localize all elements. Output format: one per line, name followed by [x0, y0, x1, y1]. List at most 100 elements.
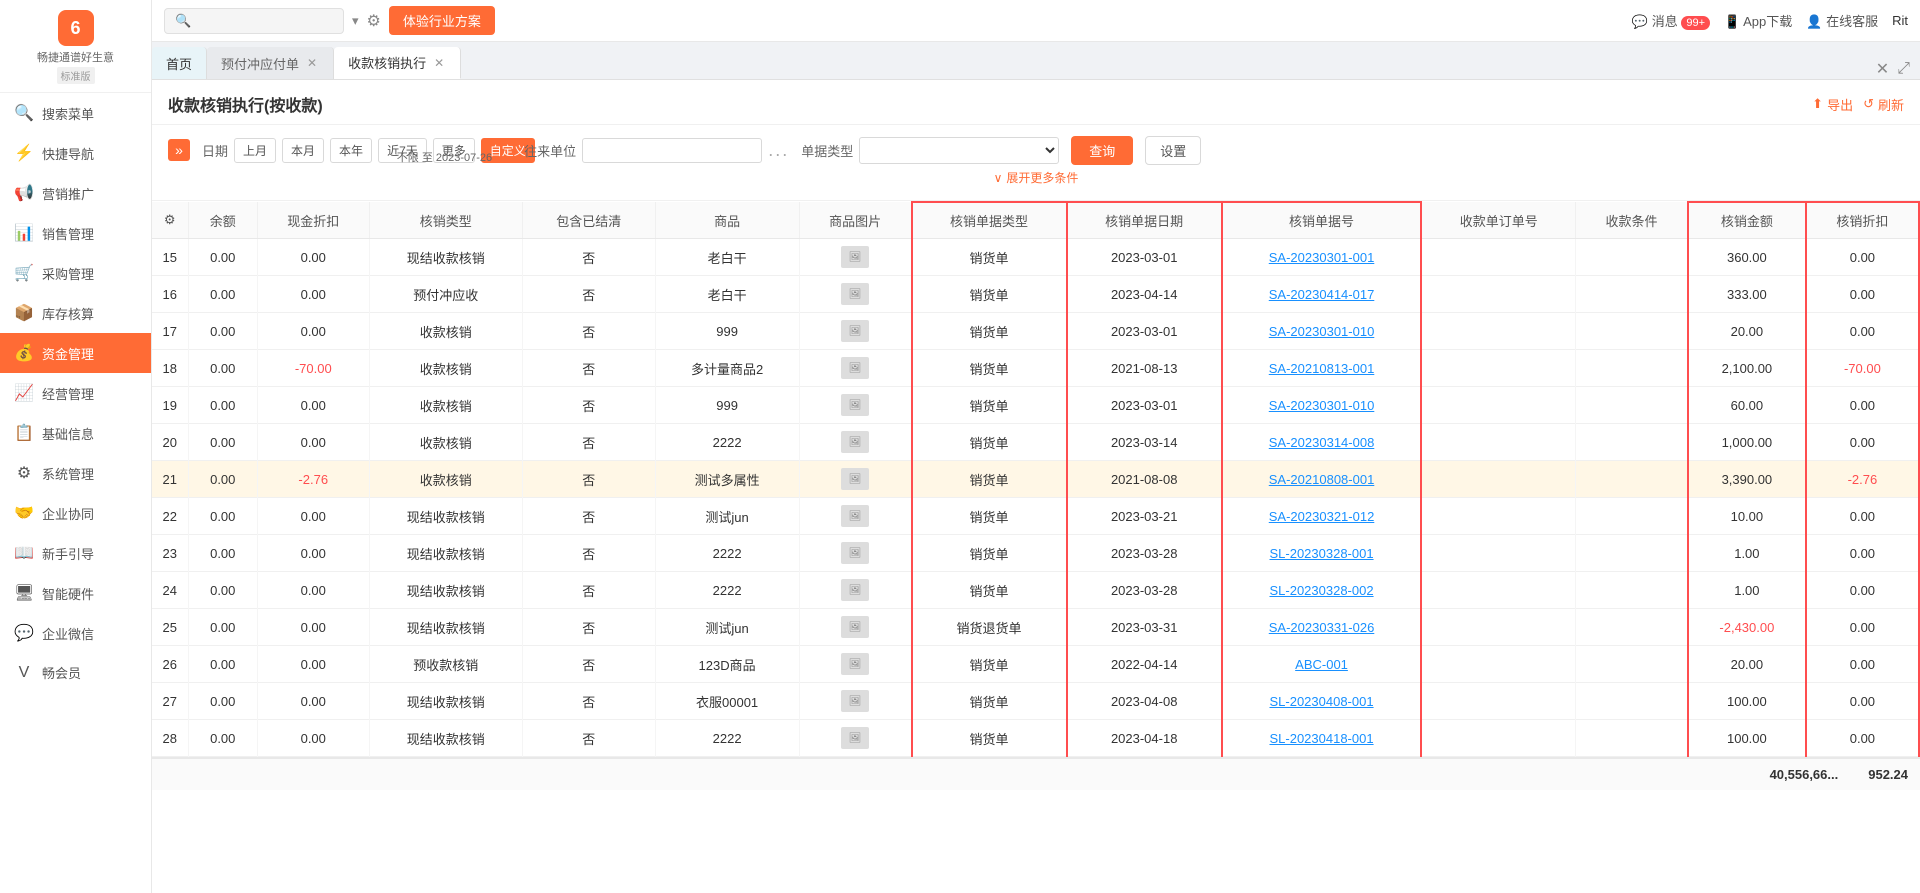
app-logo-tag: 标准版 — [57, 67, 95, 84]
sidebar-item-label-1: 快捷导航 — [42, 144, 94, 163]
message-icon[interactable]: 💬 消息 99+ — [1632, 11, 1710, 30]
row-discount-5: 0.00 — [1806, 424, 1919, 461]
sidebar-item-12[interactable]: 🖥智能硬件 — [0, 573, 151, 613]
app-download-link[interactable]: 📱 App下载 — [1724, 11, 1792, 30]
row-product-11: 123D商品 — [655, 646, 799, 683]
sidebar-item-icon-0: 🔍 — [14, 103, 34, 123]
row-doc-type-2: 销货单 — [912, 313, 1067, 350]
row-doc-no-7[interactable]: SA-20230321-012 — [1222, 498, 1422, 535]
filter-collapse-btn[interactable]: » — [168, 139, 190, 161]
row-num-8: 23 — [152, 535, 188, 572]
row-included-1: 否 — [523, 276, 656, 313]
date-btn-this-month[interactable]: 本月 — [282, 138, 324, 163]
single-type-select[interactable] — [859, 137, 1059, 164]
sidebar-item-7[interactable]: 📈经营管理 — [0, 373, 151, 413]
page-content: 收款核销执行(按收款) ⬆ 导出 ↺ 刷新 » 日期 上月 — [152, 80, 1920, 893]
row-doc-no-6[interactable]: SA-20210808-001 — [1222, 461, 1422, 498]
row-doc-no-4[interactable]: SA-20230301-010 — [1222, 387, 1422, 424]
main-area: 🔍 ▾ ⚙ 体验行业方案 💬 消息 99+ 📱 App下载 👤 在线客服 Rit… — [152, 0, 1920, 893]
row-doc-type-10: 销货退货单 — [912, 609, 1067, 646]
row-discount-6: -2.76 — [1806, 461, 1919, 498]
row-condition-0 — [1576, 239, 1688, 276]
row-doc-no-10[interactable]: SA-20230331-026 — [1222, 609, 1422, 646]
product-img-cell: 🖼 — [841, 283, 869, 305]
sidebar-item-4[interactable]: 🛒采购管理 — [0, 253, 151, 293]
row-doc-no-3[interactable]: SA-20210813-001 — [1222, 350, 1422, 387]
row-doc-type-1: 销货单 — [912, 276, 1067, 313]
col-included: 包含已结清 — [523, 202, 656, 239]
message-label: 消息 — [1652, 14, 1678, 29]
close-all-tabs-icon[interactable]: ✕ — [1876, 59, 1889, 79]
date-btn-this-year[interactable]: 本年 — [330, 138, 372, 163]
topbar-search-box: 🔍 — [164, 8, 344, 34]
sidebar-item-3[interactable]: 📊销售管理 — [0, 213, 151, 253]
industry-solution-button[interactable]: 体验行业方案 — [389, 6, 495, 35]
row-condition-12 — [1576, 683, 1688, 720]
row-doc-no-9[interactable]: SL-20230328-002 — [1222, 572, 1422, 609]
row-doc-no-1[interactable]: SA-20230414-017 — [1222, 276, 1422, 313]
sidebar-item-2[interactable]: 📢营销推广 — [0, 173, 151, 213]
row-amount-7: 10.00 — [1688, 498, 1806, 535]
row-amount-5: 1,000.00 — [1688, 424, 1806, 461]
row-order-no-7 — [1421, 498, 1575, 535]
sidebar-item-10[interactable]: 🤝企业协同 — [0, 493, 151, 533]
expand-tabs-icon[interactable]: ⤢ — [1897, 60, 1910, 78]
tab-1[interactable]: 预付冲应付单✕ — [207, 47, 334, 79]
search-placeholder-text: 🔍 — [175, 13, 191, 29]
table-row: 27 0.00 0.00 现结收款核销 否 衣服00001 🖼 销货单 2023… — [152, 683, 1919, 720]
online-service-link[interactable]: 👤 在线客服 — [1806, 11, 1878, 30]
col-gear[interactable]: ⚙ — [152, 202, 188, 239]
sidebar-item-label-14: 畅会员 — [42, 663, 81, 682]
row-amount-4: 60.00 — [1688, 387, 1806, 424]
row-doc-no-8[interactable]: SL-20230328-001 — [1222, 535, 1422, 572]
row-doc-no-2[interactable]: SA-20230301-010 — [1222, 313, 1422, 350]
sidebar-item-icon-12: 🖥 — [14, 583, 34, 603]
single-type-label: 单据类型 — [801, 141, 853, 160]
sidebar-item-14[interactable]: V畅会员 — [0, 653, 151, 692]
row-doc-date-8: 2023-03-28 — [1067, 535, 1222, 572]
row-condition-9 — [1576, 572, 1688, 609]
expand-more-button[interactable]: ∨ 展开更多条件 — [994, 169, 1079, 186]
filter-from-unit-section: 往来单位 ... — [524, 138, 789, 163]
row-doc-no-12[interactable]: SL-20230408-001 — [1222, 683, 1422, 720]
topbar-expand-icon[interactable]: ▾ — [352, 13, 359, 29]
col-type: 核销类型 — [369, 202, 523, 239]
tab-close-btn-2[interactable]: ✕ — [432, 55, 446, 71]
row-included-0: 否 — [523, 239, 656, 276]
row-doc-no-13[interactable]: SL-20230418-001 — [1222, 720, 1422, 757]
query-button[interactable]: 查询 — [1071, 136, 1133, 165]
sidebar-item-8[interactable]: 📋基础信息 — [0, 413, 151, 453]
sidebar-item-9[interactable]: ⚙系统管理 — [0, 453, 151, 493]
refresh-button[interactable]: ↺ 刷新 — [1863, 95, 1904, 114]
sidebar-item-1[interactable]: ⚡快捷导航 — [0, 133, 151, 173]
sidebar-item-label-9: 系统管理 — [42, 464, 94, 483]
row-doc-no-0[interactable]: SA-20230301-001 — [1222, 239, 1422, 276]
row-img-13: 🖼 — [799, 720, 911, 757]
date-btn-last-month[interactable]: 上月 — [234, 138, 276, 163]
row-included-10: 否 — [523, 609, 656, 646]
sidebar-item-11[interactable]: 📖新手引导 — [0, 533, 151, 573]
row-condition-3 — [1576, 350, 1688, 387]
row-doc-no-11[interactable]: ABC-001 — [1222, 646, 1422, 683]
row-type-2: 收款核销 — [369, 313, 523, 350]
table-row: 22 0.00 0.00 现结收款核销 否 测试jun 🖼 销货单 2023-0… — [152, 498, 1919, 535]
row-type-10: 现结收款核销 — [369, 609, 523, 646]
row-cash-discount-0: 0.00 — [258, 239, 370, 276]
col-balance: 余额 — [188, 202, 258, 239]
sidebar-item-6[interactable]: 💰资金管理 — [0, 333, 151, 373]
settings-button[interactable]: 设置 — [1145, 136, 1201, 165]
sidebar-item-5[interactable]: 📦库存核算 — [0, 293, 151, 333]
row-doc-date-12: 2023-04-08 — [1067, 683, 1222, 720]
sidebar-item-13[interactable]: 💬企业微信 — [0, 613, 151, 653]
topbar-gear-icon[interactable]: ⚙ — [367, 11, 381, 31]
row-product-6: 测试多属性 — [655, 461, 799, 498]
row-cash-discount-2: 0.00 — [258, 313, 370, 350]
export-button[interactable]: ⬆ 导出 — [1812, 95, 1853, 114]
table-body: 15 0.00 0.00 现结收款核销 否 老白干 🖼 销货单 2023-03-… — [152, 239, 1919, 757]
sidebar-item-0[interactable]: 🔍搜索菜单 — [0, 93, 151, 133]
tab-0[interactable]: 首页 — [152, 47, 207, 79]
from-unit-input[interactable] — [582, 138, 762, 163]
tab-2[interactable]: 收款核销执行✕ — [334, 47, 461, 79]
tab-close-btn-1[interactable]: ✕ — [305, 55, 319, 71]
row-doc-no-5[interactable]: SA-20230314-008 — [1222, 424, 1422, 461]
